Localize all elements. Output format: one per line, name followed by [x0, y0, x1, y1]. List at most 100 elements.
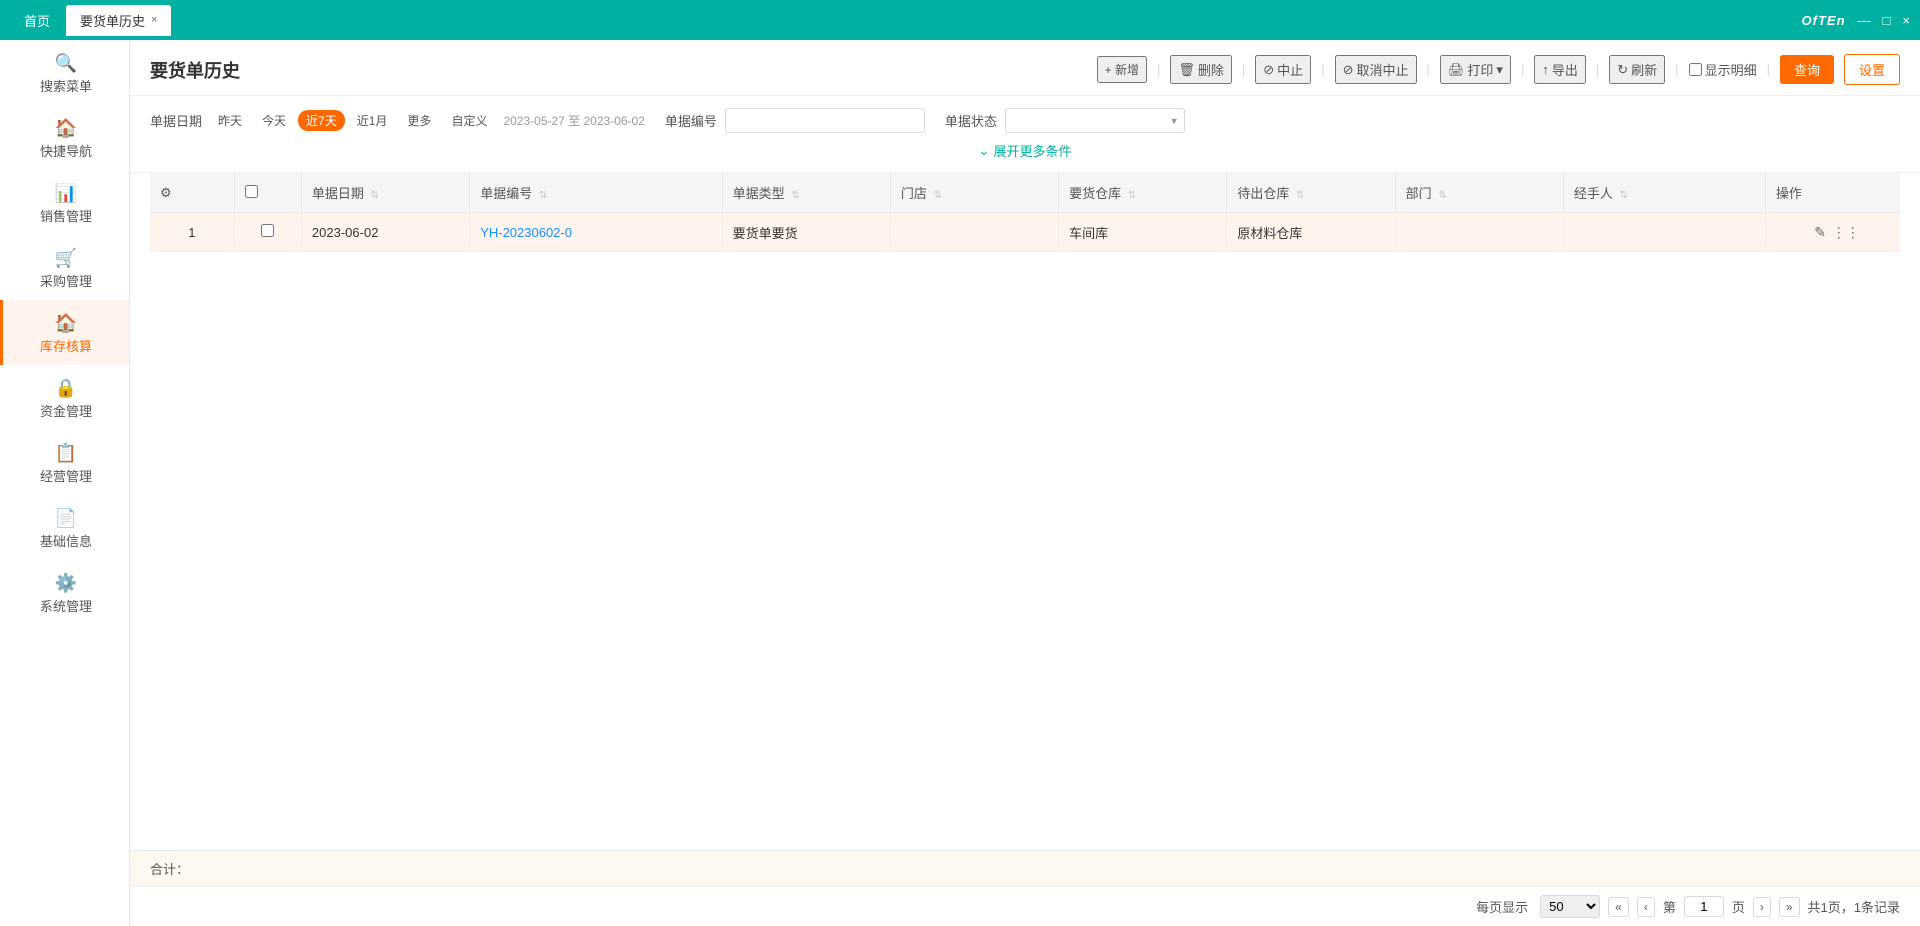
sidebar-item-sales-mgmt-label: 销售管理 — [40, 206, 92, 225]
stop-button[interactable]: ⊘ 中止 — [1255, 55, 1311, 84]
table-body: 1 2023-06-02 YH-20230602-0 要货单要货 车间库 原材料… — [150, 213, 1900, 252]
purchase-mgmt-icon: 🛒 — [55, 249, 77, 267]
sidebar-item-sales-mgmt[interactable]: 📊 销售管理 — [0, 170, 129, 235]
date-btn-more[interactable]: 更多 — [399, 110, 439, 131]
date-btn-today[interactable]: 今天 — [254, 110, 294, 131]
col-store-label: 门店 — [901, 186, 927, 201]
col-req-warehouse-sort-icon[interactable]: ⇅ — [1128, 190, 1136, 201]
display-detail-checkbox[interactable] — [1689, 63, 1702, 76]
footer-total-label: 合计： — [150, 859, 189, 878]
sidebar-item-operations-mgmt-label: 经营管理 — [40, 466, 92, 485]
col-store-sort-icon[interactable]: ⇅ — [933, 190, 941, 201]
col-number-sort-icon[interactable]: ⇅ — [539, 190, 547, 201]
row-actions: ✎ ⋮⋮ — [1765, 213, 1900, 252]
delete-button[interactable]: 🗑 删除 — [1170, 55, 1232, 84]
tab-requisition-history[interactable]: 要货单历史 × — [66, 5, 171, 36]
col-dept-sort-icon[interactable]: ⇅ — [1438, 190, 1446, 201]
col-wait-warehouse-sort-icon[interactable]: ⇅ — [1296, 190, 1304, 201]
first-page-btn[interactable]: « — [1608, 897, 1629, 917]
sidebar-item-system-mgmt[interactable]: ⚙️ 系统管理 — [0, 560, 129, 625]
date-btn-yesterday[interactable]: 昨天 — [210, 110, 250, 131]
print-button[interactable]: 🖨 打印 ▾ — [1440, 55, 1511, 84]
prev-page-btn[interactable]: ‹ — [1637, 897, 1655, 917]
select-all-checkbox[interactable] — [245, 185, 258, 198]
row-edit-btn[interactable]: ✎ — [1809, 221, 1831, 243]
table-header-row: ⚙ 单据日期 ⇅ 单据编号 ⇅ 单据类型 — [150, 173, 1900, 213]
row-req-warehouse: 车间库 — [1059, 213, 1227, 252]
data-table: ⚙ 单据日期 ⇅ 单据编号 ⇅ 单据类型 — [150, 173, 1900, 252]
doc-number-filter-group: 单据编号 — [665, 108, 925, 133]
col-checkbox-header[interactable] — [234, 173, 301, 213]
system-mgmt-icon: ⚙️ — [55, 574, 77, 592]
row-checkbox-cell[interactable] — [234, 213, 301, 252]
minimize-btn[interactable]: — — [1858, 13, 1871, 28]
settings-button[interactable]: 设置 — [1844, 54, 1900, 85]
date-btn-1month[interactable]: 近1月 — [349, 110, 396, 131]
row-type: 要货单要货 — [722, 213, 890, 252]
sidebar-item-search-menu[interactable]: 🔍 搜索菜单 — [0, 40, 129, 105]
sidebar-item-basic-info[interactable]: 📄 基础信息 — [0, 495, 129, 560]
col-actions-header: 操作 — [1765, 173, 1900, 213]
col-date-sort-icon[interactable]: ⇅ — [371, 190, 379, 201]
date-btn-7days[interactable]: 近7天 — [298, 110, 345, 131]
refresh-button[interactable]: ↻ 刷新 — [1609, 55, 1665, 84]
date-filter-label: 单据日期 — [150, 111, 202, 130]
sidebar-item-inventory[interactable]: 🏠 库存核算 — [0, 300, 129, 365]
tab-home-label: 首页 — [24, 11, 50, 30]
export-button[interactable]: ↑ 导出 — [1534, 55, 1586, 84]
sidebar-item-quick-nav[interactable]: 🏠 快捷导航 — [0, 105, 129, 170]
brand-logo: OfTEn — [1802, 13, 1846, 28]
col-type-label: 单据类型 — [733, 186, 785, 201]
refresh-label: 刷新 — [1631, 60, 1657, 79]
doc-status-select[interactable] — [1005, 108, 1185, 133]
export-icon: ↑ — [1542, 62, 1549, 77]
row-date: 2023-06-02 — [301, 213, 469, 252]
print-icon: 🖨 — [1448, 62, 1465, 78]
col-store-header: 门店 ⇅ — [890, 173, 1058, 213]
col-handler-sort-icon[interactable]: ⇅ — [1620, 190, 1628, 201]
expand-more-btn[interactable]: ⌄ 展开更多条件 — [150, 141, 1900, 160]
date-btn-custom[interactable]: 自定义 — [443, 110, 495, 131]
close-btn[interactable]: × — [1902, 13, 1910, 28]
table-row[interactable]: 1 2023-06-02 YH-20230602-0 要货单要货 车间库 原材料… — [150, 213, 1900, 252]
refresh-icon: ↻ — [1617, 62, 1628, 78]
maximize-btn[interactable]: □ — [1883, 13, 1891, 28]
tab-close-icon[interactable]: × — [151, 14, 157, 26]
display-detail-toggle[interactable]: 显示明细 — [1689, 60, 1757, 79]
query-button[interactable]: 查询 — [1780, 55, 1834, 84]
page-size-label: 每页显示 — [1476, 897, 1528, 916]
sidebar-item-system-mgmt-label: 系统管理 — [40, 596, 92, 615]
stop-icon: ⊘ — [1263, 62, 1274, 78]
page-title: 要货单历史 — [150, 57, 240, 83]
doc-status-label: 单据状态 — [945, 111, 997, 130]
col-settings-header[interactable]: ⚙ — [150, 173, 234, 213]
col-type-sort-icon[interactable]: ⇅ — [791, 190, 799, 201]
col-handler-header: 经手人 ⇅ — [1563, 173, 1765, 213]
cancel-stop-button[interactable]: ⊘ 取消中止 — [1335, 55, 1417, 84]
page-header: 要货单历史 + 新增 | 🗑 删除 | ⊘ 中止 | ⊘ 取消中止 | — [130, 40, 1920, 96]
print-dropdown-icon: ▾ — [1496, 62, 1503, 78]
row-checkbox[interactable] — [261, 224, 274, 237]
row-store — [890, 213, 1058, 252]
last-page-btn[interactable]: » — [1779, 897, 1800, 917]
window-controls: OfTEn — □ × — [1802, 13, 1910, 28]
sidebar-item-operations-mgmt[interactable]: 📋 经营管理 — [0, 430, 129, 495]
next-page-btn[interactable]: › — [1753, 897, 1771, 917]
row-more-btn[interactable]: ⋮⋮ — [1835, 221, 1857, 243]
pagination-area: 每页显示 20 50 100 « ‹ 第 页 › » 共1页，1条记录 — [130, 886, 1920, 926]
doc-number-input[interactable] — [725, 108, 925, 133]
new-button[interactable]: + 新增 — [1097, 56, 1147, 83]
sidebar-item-purchase-mgmt[interactable]: 🛒 采购管理 — [0, 235, 129, 300]
col-number-label: 单据编号 — [480, 186, 532, 201]
row-handler — [1563, 213, 1765, 252]
col-date-label: 单据日期 — [312, 186, 364, 201]
divider-7: | — [1675, 62, 1678, 77]
col-req-warehouse-label: 要货仓库 — [1069, 186, 1121, 201]
page-number-input[interactable] — [1684, 896, 1724, 917]
row-index: 1 — [150, 213, 234, 252]
sidebar-item-finance-mgmt[interactable]: 🔒 资金管理 — [0, 365, 129, 430]
delete-icon: 🗑 — [1178, 62, 1195, 78]
row-number-link[interactable]: YH-20230602-0 — [480, 225, 572, 240]
tab-home[interactable]: 首页 — [10, 5, 64, 36]
page-size-select[interactable]: 20 50 100 — [1540, 895, 1600, 918]
